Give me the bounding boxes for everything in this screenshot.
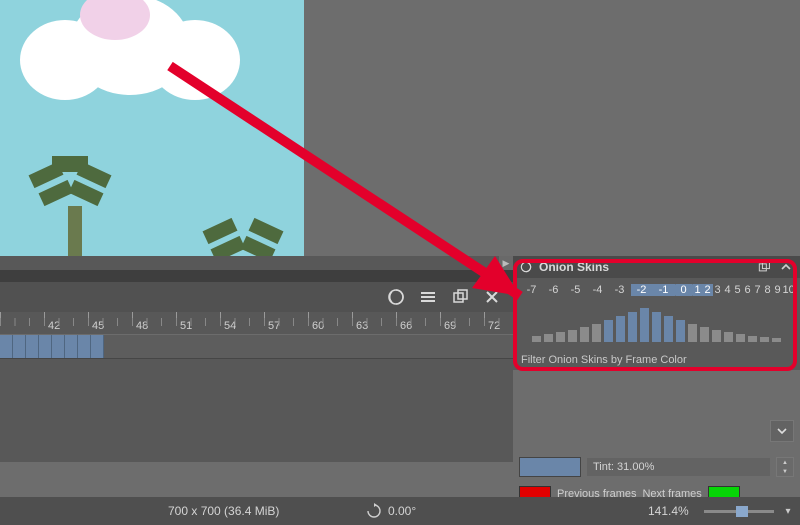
tint-value[interactable]: Tint: 31.00% bbox=[587, 458, 770, 476]
panel-header[interactable]: Onion Skins bbox=[513, 256, 800, 278]
secondary-canvas-area bbox=[513, 0, 800, 256]
rotation-icon[interactable] bbox=[366, 503, 382, 519]
dock-float-icon[interactable] bbox=[451, 288, 469, 306]
status-zoom[interactable]: 141.4% bbox=[648, 504, 689, 518]
timeline-ruler[interactable]: 4245485154576063666972 bbox=[0, 312, 513, 334]
tint-color-swatch[interactable] bbox=[519, 457, 581, 477]
canvas-area[interactable] bbox=[0, 0, 513, 256]
timeline-track[interactable] bbox=[0, 334, 513, 359]
canvas-preview bbox=[0, 0, 304, 256]
status-bar: 700 x 700 (36.4 MiB) 0.00° 141.4% ▾ bbox=[0, 497, 800, 525]
zoom-slider-thumb[interactable] bbox=[736, 506, 748, 517]
onion-frame-numbers[interactable]: -7-6-5-4-3-2-1012345678910 bbox=[513, 278, 800, 298]
onion-opacity-bars[interactable] bbox=[513, 298, 800, 350]
chevron-down-icon[interactable] bbox=[770, 420, 794, 442]
onion-filter-label: Filter Onion Skins by Frame Color bbox=[513, 350, 800, 370]
tint-spinner[interactable]: ▲▼ bbox=[776, 457, 794, 477]
decoration-tree bbox=[30, 156, 120, 256]
onion-skin-icon[interactable] bbox=[387, 288, 405, 306]
timeline-panel[interactable]: 4245485154576063666972 bbox=[0, 312, 513, 462]
tint-row: Tint: 31.00% ▲▼ bbox=[519, 456, 794, 478]
decoration-cloud bbox=[20, 0, 230, 100]
panel-title: Onion Skins bbox=[539, 260, 750, 274]
onion-skins-panel: Onion Skins -7-6-5-4-3-2-1012345678910 F… bbox=[513, 256, 800, 370]
panel-divider[interactable] bbox=[0, 270, 513, 282]
scroll-right-button[interactable]: ▶ bbox=[499, 256, 513, 270]
close-icon[interactable] bbox=[483, 288, 501, 306]
timeline-keyframes[interactable] bbox=[0, 335, 104, 358]
status-dimensions: 700 x 700 (36.4 MiB) bbox=[168, 504, 279, 518]
decoration-tree bbox=[200, 214, 290, 256]
canvas-scrollbar-horizontal[interactable]: ▶ bbox=[0, 256, 513, 270]
onion-skin-header-icon bbox=[519, 260, 533, 274]
dock-float-icon[interactable] bbox=[756, 259, 772, 275]
timeline-toolbar bbox=[0, 282, 513, 312]
zoom-dropdown-icon[interactable]: ▾ bbox=[780, 503, 796, 519]
zoom-slider[interactable] bbox=[704, 505, 774, 517]
chevron-up-icon[interactable] bbox=[778, 259, 794, 275]
status-rotation[interactable]: 0.00° bbox=[388, 504, 416, 518]
menu-icon[interactable] bbox=[419, 288, 437, 306]
